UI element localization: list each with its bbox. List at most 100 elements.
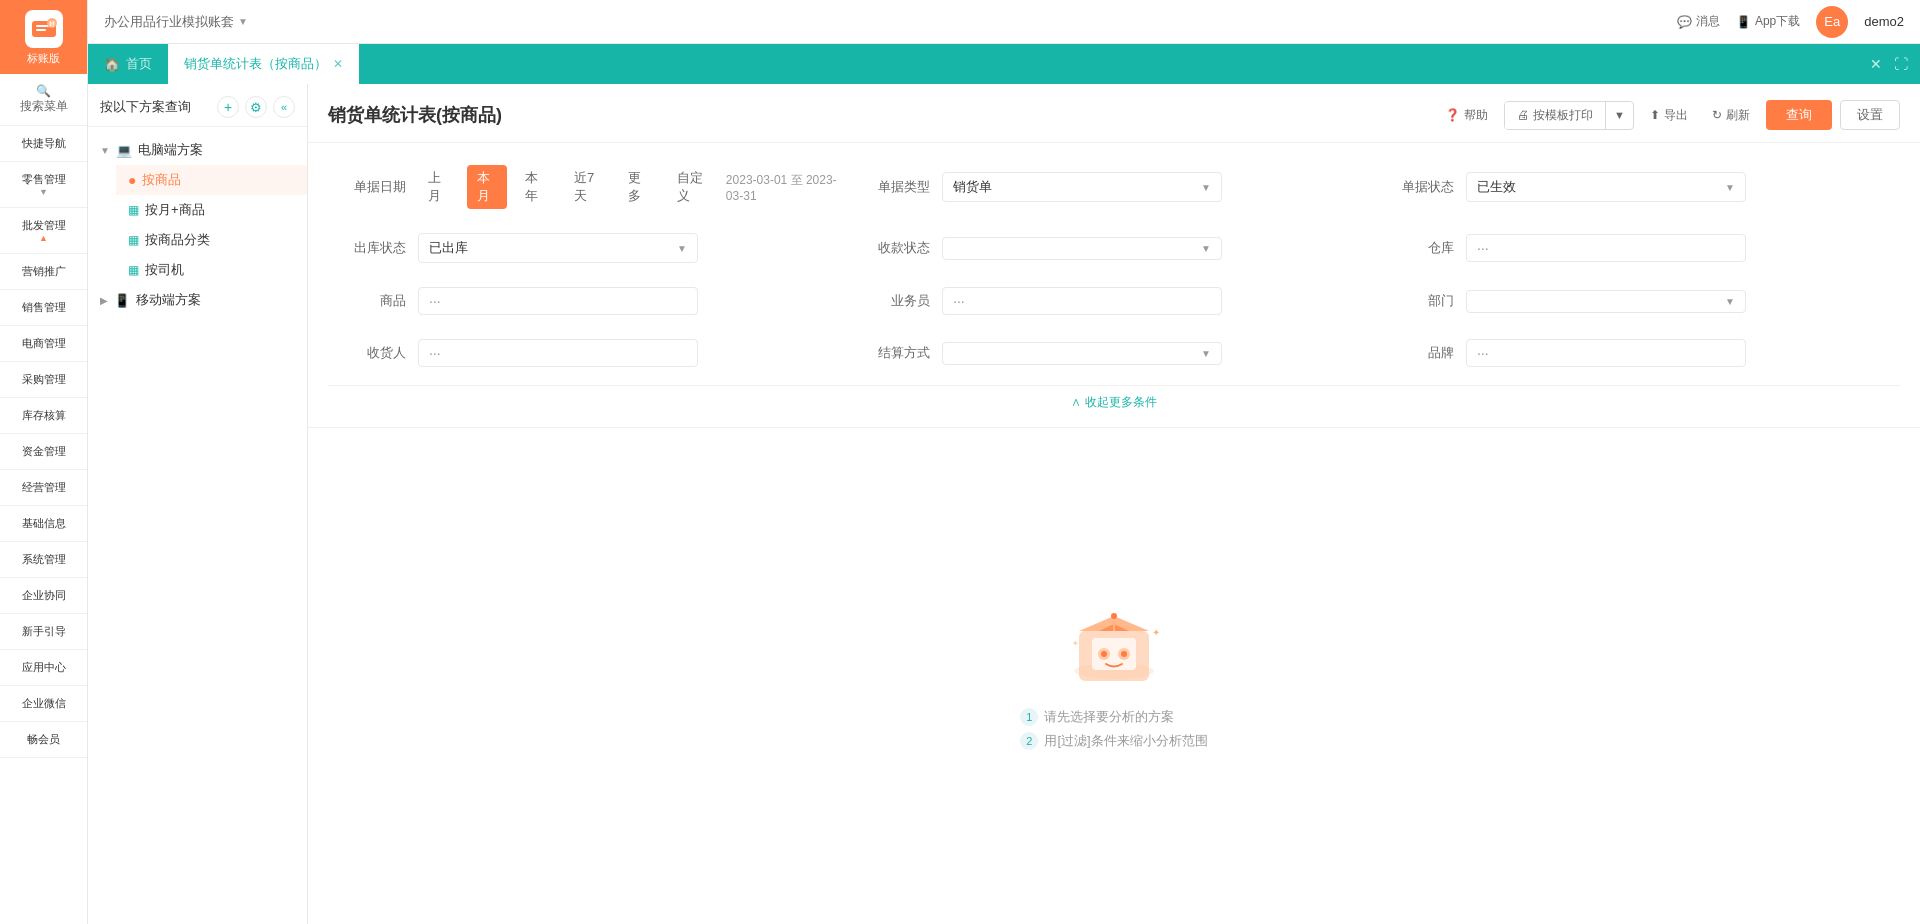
export-label: 导出	[1664, 107, 1688, 124]
filter-row-3: 商品 ··· 业务员 ··· 部门	[328, 281, 1900, 321]
mobile-icon: 📱	[114, 293, 130, 308]
tree-by-goods-label: 按商品	[142, 171, 181, 189]
filter-cell-warehouse: 仓库 ···	[1376, 228, 1900, 268]
right-panel: 销货单统计表(按商品) ❓ 帮助 🖨 按模板打印 ▼ ⬆	[308, 84, 1920, 924]
tree-node-by-goods[interactable]: ● 按商品	[116, 165, 307, 195]
svg-text:好: 好	[48, 21, 56, 27]
sidebar-item-retail[interactable]: 零售管理 ▼	[0, 162, 87, 208]
sidebar-item-purchase[interactable]: 采购管理	[0, 362, 87, 398]
out-status-label: 出库状态	[328, 239, 418, 257]
doc-status-value: 已生效	[1477, 178, 1516, 196]
app-download-button[interactable]: 📱 App下载	[1736, 13, 1800, 30]
sidebar-item-sales[interactable]: 销售管理	[0, 290, 87, 326]
print-dropdown-button[interactable]: ▼	[1606, 104, 1633, 126]
out-status-select[interactable]: 已出库 ▼	[418, 233, 698, 263]
filter-cell-department: 部门 ▼	[1376, 284, 1900, 319]
message-icon: 💬	[1677, 15, 1692, 29]
tree-children-pc: ● 按商品 ▦ 按月+商品 ▦ 按商品分类 ▦ 按司机	[88, 165, 307, 285]
salesperson-input[interactable]: ···	[942, 287, 1222, 315]
message-button[interactable]: 💬 消息	[1677, 13, 1720, 30]
tab-home[interactable]: 🏠 首页	[88, 44, 168, 84]
settings-button[interactable]: 设置	[1840, 100, 1900, 130]
date-tab-custom[interactable]: 自定义	[667, 165, 718, 209]
print-button[interactable]: 🖨 按模板打印	[1505, 102, 1606, 129]
hint-2-text: 用[过滤]条件来缩小分析范围	[1044, 732, 1207, 750]
sidebar-item-wechat[interactable]: 企业微信	[0, 686, 87, 722]
sidebar-item-enterprise[interactable]: 企业协同	[0, 578, 87, 614]
tree-node-mobile[interactable]: ▶ 📱 移动端方案	[88, 285, 307, 315]
doc-type-value: 销货单	[953, 178, 992, 196]
filter-cell-payment: 结算方式 ▼	[852, 336, 1376, 371]
goods-input[interactable]: ···	[418, 287, 698, 315]
refresh-icon: ↻	[1712, 108, 1722, 122]
warehouse-input[interactable]: ···	[1466, 234, 1746, 262]
date-tab-this-month[interactable]: 本月	[467, 165, 508, 209]
date-tab-more[interactable]: 更多	[618, 165, 659, 209]
maximize-icon[interactable]: ⛶	[1890, 52, 1912, 76]
close-window-icon[interactable]: ✕	[1866, 52, 1886, 76]
main-area: 办公用品行业模拟账套 ▼ 💬 消息 📱 App下载 Ea demo2 🏠 首页	[88, 0, 1920, 924]
tree-node-pc[interactable]: ▼ 💻 电脑端方案	[88, 135, 307, 165]
date-tab-7days[interactable]: 近7天	[564, 165, 610, 209]
tree-mobile-label: 移动端方案	[136, 291, 201, 309]
doc-type-select[interactable]: 销货单 ▼	[942, 172, 1222, 202]
tree-pc-label: 电脑端方案	[138, 141, 203, 159]
sidebar-item-marketing[interactable]: 营销推广	[0, 254, 87, 290]
collapse-bar[interactable]: ∧ 收起更多条件	[328, 385, 1900, 419]
home-icon: 🏠	[104, 57, 120, 72]
export-button[interactable]: ⬆ 导出	[1642, 103, 1696, 128]
avatar[interactable]: Ea	[1816, 6, 1848, 38]
tab-sales-stat[interactable]: 销货单统计表（按商品） ✕	[168, 44, 359, 84]
hint-num-2: 2	[1020, 732, 1038, 750]
top-header: 办公用品行业模拟账套 ▼ 💬 消息 📱 App下载 Ea demo2	[88, 0, 1920, 44]
filter-cell-doc-type: 单据类型 销货单 ▼	[852, 166, 1376, 208]
svg-text:✦: ✦	[1152, 627, 1160, 638]
download-icon: 📱	[1736, 15, 1751, 29]
avatar-initials: Ea	[1824, 14, 1840, 29]
filter-cell-receipt-status: 收款状态 ▼	[852, 231, 1376, 266]
tab-close-icon[interactable]: ✕	[333, 57, 343, 71]
empty-hint-2: 2 用[过滤]条件来缩小分析范围	[1020, 732, 1207, 750]
receipt-status-select[interactable]: ▼	[942, 237, 1222, 260]
payment-select[interactable]: ▼	[942, 342, 1222, 365]
doc-status-select[interactable]: 已生效 ▼	[1466, 172, 1746, 202]
tree-by-month-goods-label: 按月+商品	[145, 201, 205, 219]
settings-scheme-button[interactable]: ⚙	[245, 96, 267, 118]
left-panel-header: 按以下方案查询 + ⚙ «	[88, 84, 307, 127]
add-scheme-button[interactable]: +	[217, 96, 239, 118]
tree-node-by-month-goods[interactable]: ▦ 按月+商品	[116, 195, 307, 225]
date-tab-last-month[interactable]: 上月	[418, 165, 459, 209]
tab-bar: 🏠 首页 销货单统计表（按商品） ✕ ✕ ⛶	[88, 44, 1920, 84]
page-title-bar: 销货单统计表(按商品) ❓ 帮助 🖨 按模板打印 ▼ ⬆	[308, 84, 1920, 143]
collapse-label: ∧ 收起更多条件	[1071, 395, 1156, 409]
sidebar-item-wholesale[interactable]: 批发管理 ▲	[0, 208, 87, 254]
date-tab-this-year[interactable]: 本年	[515, 165, 556, 209]
sidebar-item-system[interactable]: 系统管理	[0, 542, 87, 578]
sidebar-item-finance[interactable]: 资金管理	[0, 434, 87, 470]
query-button[interactable]: 查询	[1766, 100, 1832, 130]
sidebar-item-app-center[interactable]: 应用中心	[0, 650, 87, 686]
left-panel-actions: + ⚙ «	[217, 96, 295, 118]
refresh-button[interactable]: ↻ 刷新	[1704, 103, 1758, 128]
date-range: 2023-03-01 至 2023-03-31	[726, 172, 852, 203]
tree-node-by-cashier[interactable]: ▦ 按司机	[116, 255, 307, 285]
empty-text: 1 请先选择要分析的方案 2 用[过滤]条件来缩小分析范围	[1020, 708, 1207, 756]
help-button[interactable]: ❓ 帮助	[1437, 103, 1496, 128]
sidebar-item-guide[interactable]: 新手引导	[0, 614, 87, 650]
brand-label: 品牌	[1376, 344, 1466, 362]
collapse-panel-button[interactable]: «	[273, 96, 295, 118]
sidebar-item-operations[interactable]: 经营管理	[0, 470, 87, 506]
logo-area[interactable]: 好 标账版	[0, 0, 87, 74]
sidebar-item-quick-nav[interactable]: 快捷导航	[0, 126, 87, 162]
department-select[interactable]: ▼	[1466, 290, 1746, 313]
brand-input[interactable]: ···	[1466, 339, 1746, 367]
sidebar-item-base[interactable]: 基础信息	[0, 506, 87, 542]
tree-node-by-goods-category[interactable]: ▦ 按商品分类	[116, 225, 307, 255]
sidebar-search[interactable]: 🔍 搜索菜单	[0, 74, 87, 126]
sidebar-item-ecommerce[interactable]: 电商管理	[0, 326, 87, 362]
sidebar-item-member[interactable]: 畅会员	[0, 722, 87, 758]
sidebar-item-inventory[interactable]: 库存核算	[0, 398, 87, 434]
recipient-input[interactable]: ···	[418, 339, 698, 367]
filter-cell-doc-status: 单据状态 已生效 ▼	[1376, 166, 1900, 208]
app-selector[interactable]: 办公用品行业模拟账套 ▼	[104, 13, 248, 31]
